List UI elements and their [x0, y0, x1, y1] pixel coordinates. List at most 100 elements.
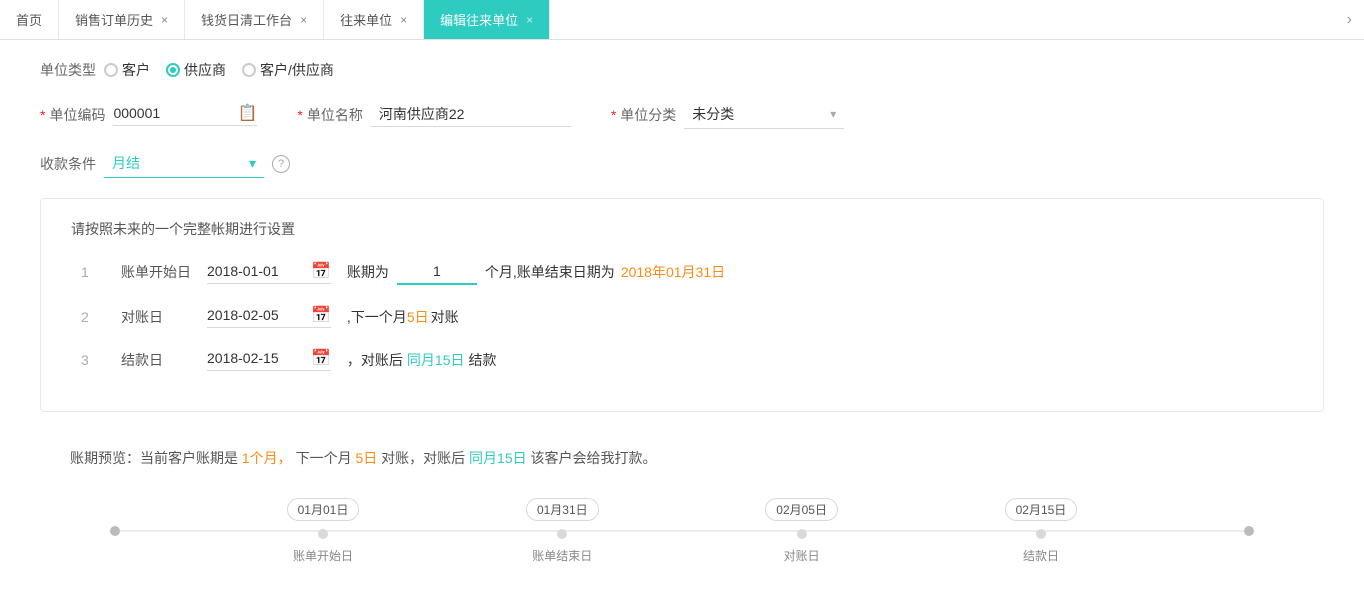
reconcile-day: 5日: [407, 307, 429, 327]
preview-prefix: 账期预览：当前客户账期是: [70, 450, 238, 466]
preview-highlight3: 同月15日: [469, 450, 527, 466]
timeline-node-4: 02月15日 结款日: [1005, 498, 1078, 564]
date-input-3-wrapper: 📅: [207, 348, 331, 371]
payment-label: 收款条件: [40, 154, 96, 174]
unit-category-value: 未分类: [692, 104, 734, 124]
date-input-1[interactable]: [207, 263, 307, 279]
help-icon[interactable]: ?: [272, 155, 290, 173]
timeline-label-2: 账单结束日: [532, 547, 592, 564]
tab-edit-partner-close[interactable]: ×: [526, 13, 533, 27]
unit-name-label: 单位名称: [307, 105, 363, 125]
payment-value: 月结: [112, 153, 140, 173]
setting-num-2: 2: [81, 309, 101, 325]
timeline-dot-2: [557, 529, 567, 539]
timeline-label-3: 对账日: [784, 547, 820, 564]
field-label-2: 对账日: [121, 307, 191, 327]
period-end-date: 2018年01月31日: [621, 262, 725, 282]
payment-row: 收款条件 月结 ▾ ?: [40, 149, 1324, 178]
radio-both-circle: [242, 63, 256, 77]
unit-code-label: 单位编码: [49, 105, 105, 125]
tab-bar: 首页 销售订单历史 × 钱货日清工作台 × 往来单位 × 编辑往来单位 × ›: [0, 0, 1364, 40]
preview-highlight2: 5日: [355, 450, 377, 466]
timeline-node-2: 01月31日 账单结束日: [526, 498, 599, 564]
unit-type-label: 单位类型: [40, 60, 96, 80]
copy-icon[interactable]: 📋: [237, 103, 257, 123]
unit-name-group: * 单位名称: [297, 102, 570, 127]
timeline-end-dot: [1244, 526, 1254, 536]
unit-category-group: * 单位分类 未分类 ▾: [611, 100, 844, 129]
setting-row-1: 1 账单开始日 📅 账期为 个月,账单结束日期为 2018年01月31日: [71, 259, 1293, 285]
calendar-icon-1[interactable]: 📅: [311, 261, 331, 281]
date-input-3[interactable]: [207, 350, 307, 366]
calendar-icon-3[interactable]: 📅: [311, 348, 331, 368]
settlement-suffix: 结款: [469, 350, 497, 370]
tab-sales-history-close[interactable]: ×: [161, 13, 168, 27]
calendar-icon-2[interactable]: 📅: [311, 305, 331, 325]
unit-type-row: 单位类型 客户 供应商 客户/供应商: [40, 60, 1324, 80]
tab-cash-work[interactable]: 钱货日清工作台 ×: [185, 0, 324, 39]
radio-supplier-label: 供应商: [184, 60, 226, 80]
preview-highlight1: 1个月，: [242, 450, 292, 466]
unit-code-input-wrapper: 📋: [113, 103, 257, 126]
preview-mid2: 对账，对账后: [381, 450, 465, 466]
radio-customer[interactable]: 客户: [104, 60, 150, 80]
date-input-2[interactable]: [207, 307, 307, 323]
unit-name-input[interactable]: [371, 102, 571, 127]
payment-select[interactable]: 月结 ▾: [104, 149, 264, 178]
timeline-badge-4: 02月15日: [1005, 498, 1078, 521]
radio-supplier-circle: [166, 63, 180, 77]
settlement-day: 同月15日: [407, 350, 465, 370]
field-label-1: 账单开始日: [121, 262, 191, 282]
unit-category-chevron: ▾: [830, 107, 836, 121]
tab-scroll-arrow[interactable]: ›: [1335, 11, 1364, 29]
unit-info-row: * 单位编码 📋 * 单位名称 * 单位分类 未分类 ▾: [40, 100, 1324, 129]
period-unit: 个月,账单结束日期为: [485, 262, 615, 282]
period-input[interactable]: [397, 259, 477, 285]
radio-both-label: 客户/供应商: [260, 60, 334, 80]
preview-suffix: 该客户会给我打款。: [531, 450, 657, 466]
field-label-3: 结款日: [121, 350, 191, 370]
radio-supplier[interactable]: 供应商: [166, 60, 226, 80]
settings-card: 请按照未来的一个完整帐期进行设置 1 账单开始日 📅 账期为 个月,账单结束日期…: [40, 198, 1324, 412]
reconcile-suffix: 对账: [431, 307, 459, 327]
timeline: 01月01日 账单开始日 01月31日 账单结束日 02月05日 对账日: [70, 488, 1294, 574]
timeline-node-1: 01月01日 账单开始日: [287, 498, 360, 564]
tab-edit-partner[interactable]: 编辑往来单位 ×: [424, 0, 550, 39]
radio-customer-label: 客户: [122, 60, 150, 80]
payment-chevron: ▾: [249, 155, 256, 172]
timeline-dot-3: [797, 529, 807, 539]
preview-text: 账期预览：当前客户账期是 1个月， 下一个月 5日 对账，对账后 同月15日 该…: [70, 448, 1294, 468]
timeline-label-4: 结款日: [1023, 547, 1059, 564]
tab-sales-history[interactable]: 销售订单历史 ×: [59, 0, 185, 39]
timeline-node-3: 02月05日 对账日: [765, 498, 838, 564]
settlement-prefix: ，对账后: [347, 350, 403, 370]
unit-category-select[interactable]: 未分类 ▾: [684, 100, 844, 129]
date-input-1-wrapper: 📅: [207, 261, 331, 284]
timeline-label-1: 账单开始日: [293, 547, 353, 564]
date-input-2-wrapper: 📅: [207, 305, 331, 328]
preview-mid1: 下一个月: [296, 450, 352, 466]
unit-category-label: 单位分类: [620, 105, 676, 125]
preview-section: 账期预览：当前客户账期是 1个月， 下一个月 5日 对账，对账后 同月15日 该…: [40, 432, 1324, 590]
tab-home[interactable]: 首页: [0, 0, 59, 39]
main-content: 单位类型 客户 供应商 客户/供应商 * 单位编码 📋: [0, 40, 1364, 610]
tab-partner-unit[interactable]: 往来单位 ×: [324, 0, 424, 39]
setting-row-2: 2 对账日 📅 ,下一个月 5日 对账: [71, 305, 1293, 328]
timeline-dot-4: [1036, 529, 1046, 539]
timeline-start-dot: [110, 526, 120, 536]
reconcile-prefix: ,下一个月: [347, 307, 407, 327]
setting-num-1: 1: [81, 264, 101, 280]
period-label: 账期为: [347, 262, 389, 282]
tab-cash-work-close[interactable]: ×: [300, 13, 307, 27]
tab-partner-unit-close[interactable]: ×: [400, 13, 407, 27]
timeline-dot-1: [318, 529, 328, 539]
timeline-badge-3: 02月05日: [765, 498, 838, 521]
radio-customer-circle: [104, 63, 118, 77]
timeline-badge-1: 01月01日: [287, 498, 360, 521]
setting-num-3: 3: [81, 352, 101, 368]
card-title: 请按照未来的一个完整帐期进行设置: [71, 219, 1293, 239]
setting-row-3: 3 结款日 📅 ，对账后 同月15日 结款: [71, 348, 1293, 371]
unit-code-input[interactable]: [113, 105, 233, 121]
timeline-items: 01月01日 账单开始日 01月31日 账单结束日 02月05日 对账日: [110, 498, 1254, 564]
radio-both[interactable]: 客户/供应商: [242, 60, 334, 80]
